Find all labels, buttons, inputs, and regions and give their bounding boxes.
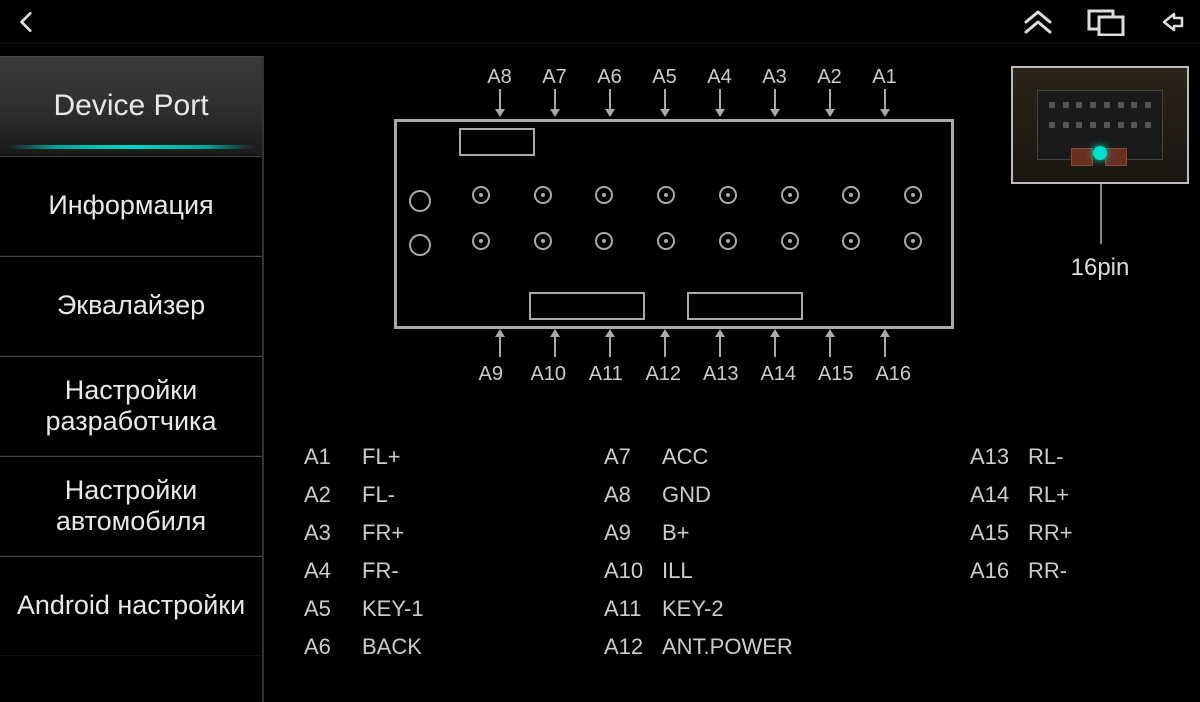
pinout-row: A14RL+ — [970, 482, 1170, 508]
pinout-row: A9B+ — [604, 520, 884, 546]
pin-label: A9 — [462, 363, 520, 386]
recent-apps-icon[interactable] — [1086, 8, 1126, 36]
sidebar-item-device-port[interactable]: Device Port — [0, 56, 262, 156]
pin-label: A16 — [865, 363, 923, 386]
pin-label: A6 — [582, 66, 637, 89]
connector-diagram: A8 A7 A6 A5 A4 A3 A2 A1 — [394, 66, 944, 386]
pinout-row: A10ILL — [604, 558, 884, 584]
chevron-up-double-icon[interactable] — [1020, 8, 1056, 36]
pinout-row: A8GND — [604, 482, 884, 508]
pinout-row: A1FL+ — [304, 444, 504, 470]
sidebar-item-developer-settings[interactable]: Настройки разработчика — [0, 356, 262, 456]
pin-label: A2 — [802, 66, 857, 89]
content-panel: A8 A7 A6 A5 A4 A3 A2 A1 — [264, 56, 1200, 702]
pin-label: A15 — [807, 363, 865, 386]
pin-label: A4 — [692, 66, 747, 89]
port-thumbnail-label: 16pin — [1071, 254, 1130, 282]
port-thumbnail[interactable] — [1011, 66, 1189, 184]
sidebar-item-label: Настройки разработчика — [12, 375, 250, 437]
status-bar — [0, 0, 1200, 44]
pin-label: A8 — [472, 66, 527, 89]
pinout-row: A11KEY-2 — [604, 596, 884, 622]
pinout-row: A5KEY-1 — [304, 596, 504, 622]
port-thumbnail-block: 16pin — [1010, 66, 1190, 282]
arrow-row-top — [472, 89, 912, 117]
sidebar-item-label: Эквалайзер — [57, 290, 205, 321]
pin-label: A12 — [635, 363, 693, 386]
pin-labels-bottom: A9 A10 A11 A12 A13 A14 A15 A16 — [462, 363, 922, 386]
pinout-row: A2FL- — [304, 482, 504, 508]
sidebar: Device Port Информация Эквалайзер Настро… — [0, 56, 264, 702]
selection-marker-icon — [1093, 146, 1107, 160]
connector-outline — [394, 119, 954, 329]
pin-label: A3 — [747, 66, 802, 89]
sidebar-item-android-settings[interactable]: Android настройки — [0, 556, 262, 656]
pin-label: A10 — [520, 363, 578, 386]
back-chevron-icon[interactable] — [1156, 8, 1186, 36]
sidebar-item-equalizer[interactable]: Эквалайзер — [0, 256, 262, 356]
sidebar-item-label: Android настройки — [17, 590, 245, 621]
pin-labels-top: A8 A7 A6 A5 A4 A3 A2 A1 — [472, 66, 912, 89]
sidebar-item-label: Device Port — [53, 89, 208, 124]
pin-label: A13 — [692, 363, 750, 386]
pinout-row: A7ACC — [604, 444, 884, 470]
sidebar-item-information[interactable]: Информация — [0, 156, 262, 256]
arrow-row-bottom — [472, 329, 912, 357]
pinout-row: A3FR+ — [304, 520, 504, 546]
sidebar-item-label: Настройки автомобиля — [12, 475, 250, 537]
pinout-row: A16RR- — [970, 558, 1170, 584]
back-arrow-icon[interactable] — [14, 9, 40, 35]
pinout-row: A15RR+ — [970, 520, 1170, 546]
pin-label: A7 — [527, 66, 582, 89]
pinout-table: A1FL+ A2FL- A3FR+ A4FR- A5KEY-1 A6BACK A… — [304, 444, 1170, 660]
pinout-row: A6BACK — [304, 634, 504, 660]
pin-label: A5 — [637, 66, 692, 89]
pin-label: A1 — [857, 66, 912, 89]
pin-label: A11 — [577, 363, 635, 386]
pin-label: A14 — [750, 363, 808, 386]
pinout-row: A13RL- — [970, 444, 1170, 470]
pinout-row: A12ANT.POWER — [604, 634, 884, 660]
pinout-row: A4FR- — [304, 558, 504, 584]
sidebar-item-label: Информация — [48, 190, 213, 221]
sidebar-item-car-settings[interactable]: Настройки автомобиля — [0, 456, 262, 556]
